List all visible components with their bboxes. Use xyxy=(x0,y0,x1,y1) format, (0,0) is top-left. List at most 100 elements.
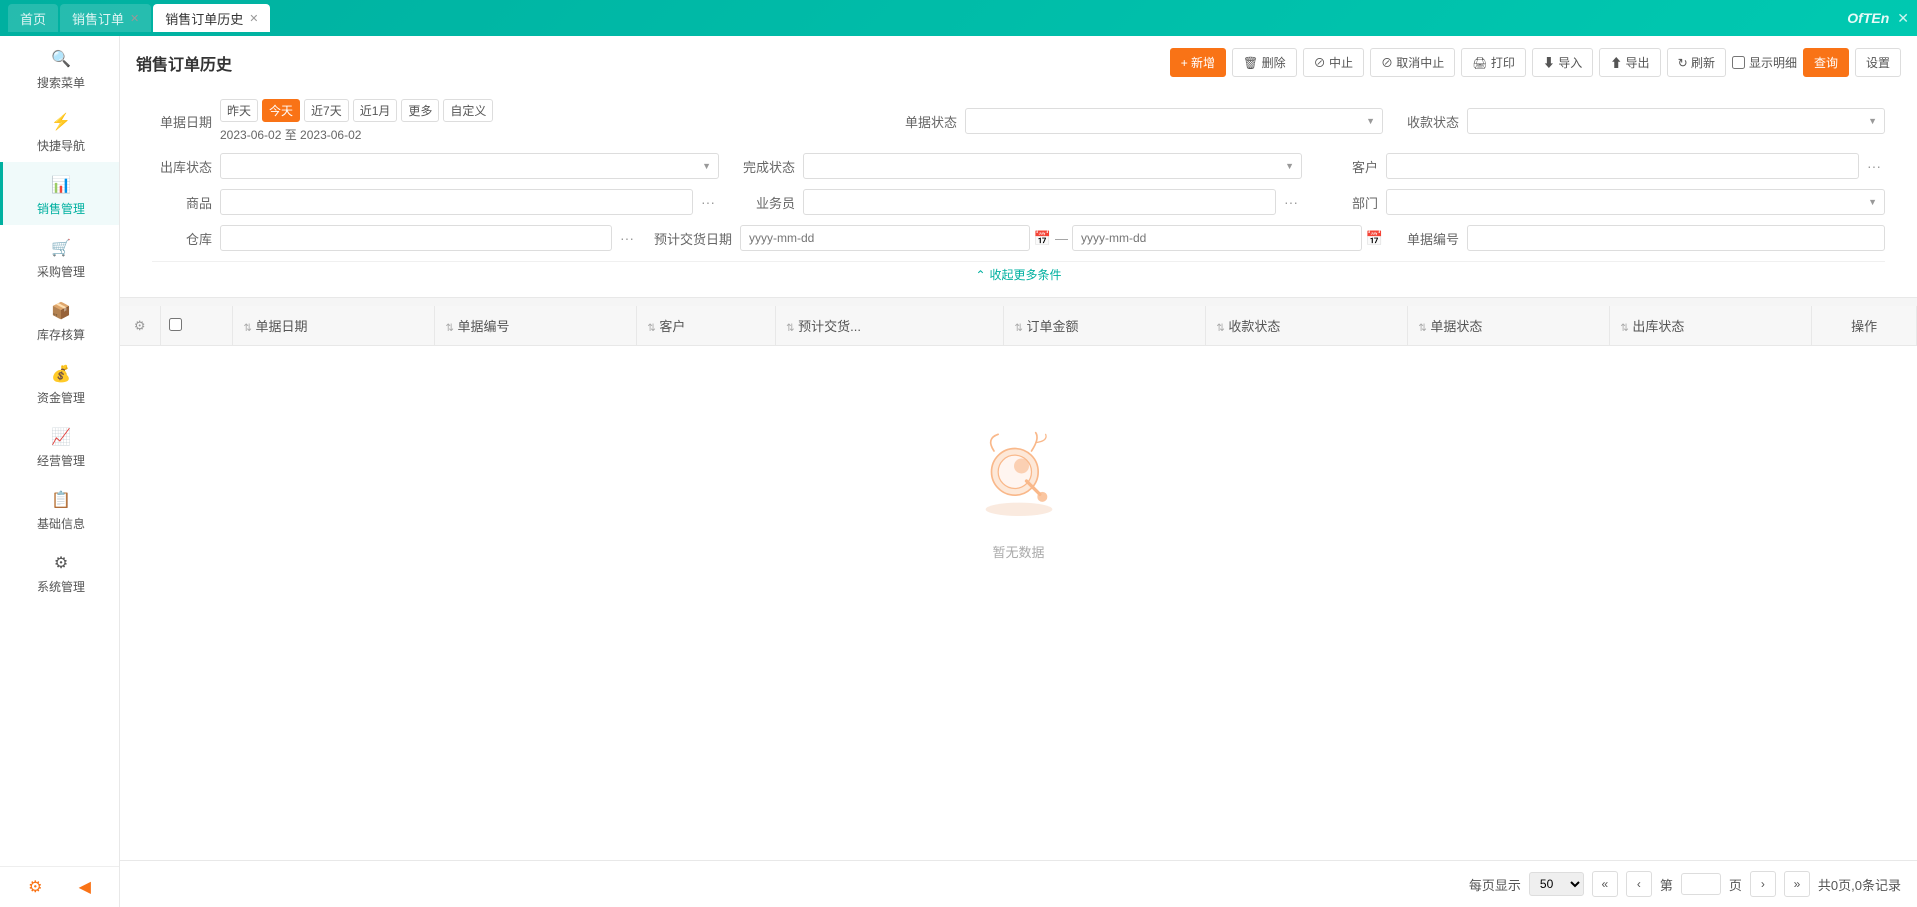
customer-control: ··· xyxy=(1386,153,1885,179)
import-button[interactable]: ⬇ 导入 xyxy=(1532,48,1593,77)
salesperson-picker-icon[interactable]: ··· xyxy=(1280,192,1302,212)
sidebar-icon-finance: 💰 xyxy=(50,363,72,385)
empty-text: 暂无数据 xyxy=(992,542,1044,561)
th-bill-status: ⇅ 单据状态 xyxy=(1408,306,1610,346)
outbound-status-select[interactable] xyxy=(220,153,719,179)
sidebar-label-search-menu: 搜索菜单 xyxy=(37,74,85,91)
warehouse-picker-icon[interactable]: ··· xyxy=(616,228,638,248)
complete-status-label: 完成状态 xyxy=(735,157,795,176)
sidebar-item-quick-nav[interactable]: ⚡ 快捷导航 xyxy=(0,99,119,162)
sort-icon-expected-date[interactable]: ⇅ xyxy=(786,323,794,334)
sidebar-label-sales-mgmt: 销售管理 xyxy=(37,200,85,217)
next-page-button[interactable]: › xyxy=(1750,871,1776,897)
customer-picker-icon[interactable]: ··· xyxy=(1863,156,1885,176)
date-btn-今天[interactable]: 今天 xyxy=(262,99,300,122)
receipt-status-wrapper[interactable] xyxy=(1467,108,1885,134)
sidebar-item-inventory[interactable]: 📦 库存核算 xyxy=(0,288,119,351)
salesperson-input[interactable] xyxy=(803,189,1276,215)
product-picker-icon[interactable]: ··· xyxy=(697,192,719,212)
expected-date-to[interactable] xyxy=(1072,225,1362,251)
sidebar-item-operations[interactable]: 📈 经营管理 xyxy=(0,414,119,477)
bill-status-wrapper[interactable] xyxy=(965,108,1383,134)
sidebar-icon-basic-info: 📋 xyxy=(50,489,72,511)
date-btn-更多[interactable]: 更多 xyxy=(401,99,439,122)
sidebar-item-sales-mgmt[interactable]: 📊 销售管理 xyxy=(0,162,119,225)
th-settings: ⚙ xyxy=(120,306,160,346)
date-btn-近7天[interactable]: 近7天 xyxy=(304,99,349,122)
stop-button[interactable]: ⊘ 中止 xyxy=(1303,48,1364,77)
sort-icon-bill-date[interactable]: ⇅ xyxy=(243,323,251,334)
print-button[interactable]: 🖨 打印 xyxy=(1461,48,1526,77)
collapse-button[interactable]: ⌃ 收起更多条件 xyxy=(152,261,1885,287)
display-detail-input[interactable] xyxy=(1732,56,1745,69)
receipt-status-select[interactable] xyxy=(1467,108,1885,134)
sort-icon-bill-no[interactable]: ⇅ xyxy=(445,323,453,334)
new-button[interactable]: + 新增 xyxy=(1170,48,1226,77)
sidebar-item-search-menu[interactable]: 🔍 搜索菜单 xyxy=(0,36,119,99)
outbound-status-wrapper[interactable] xyxy=(220,153,719,179)
dept-select[interactable] xyxy=(1386,189,1885,215)
sidebar-item-basic-info[interactable]: 📋 基础信息 xyxy=(0,477,119,540)
tab-sales-order[interactable]: 销售订单✕ xyxy=(60,4,151,32)
prev-page-button[interactable]: ‹ xyxy=(1626,871,1652,897)
settings-bottom-icon[interactable]: ⚙ xyxy=(28,877,42,897)
warehouse-input[interactable] xyxy=(220,225,612,251)
settings-button[interactable]: 设置 xyxy=(1855,48,1901,77)
select-all-checkbox[interactable] xyxy=(169,318,182,331)
last-page-button[interactable]: » xyxy=(1784,871,1810,897)
top-bar-close-icon[interactable]: ✕ xyxy=(1897,10,1909,27)
tab-close-sales-order-history[interactable]: ✕ xyxy=(249,12,258,25)
bill-no-filter: 单据编号 xyxy=(1399,225,1885,251)
sidebar-icon-sales-mgmt: 📊 xyxy=(50,174,72,196)
bill-status-select[interactable] xyxy=(965,108,1383,134)
cancel-stop-button[interactable]: ⊘ 取消中止 xyxy=(1370,48,1455,77)
receipt-status-label: 收款状态 xyxy=(1399,112,1459,131)
sidebar-item-sys-mgmt[interactable]: ⚙ 系统管理 xyxy=(0,540,119,603)
sort-icon-outbound-status[interactable]: ⇅ xyxy=(1620,323,1628,334)
bill-no-input[interactable] xyxy=(1467,225,1885,251)
collapse-sidebar-icon[interactable]: ◀ xyxy=(79,877,91,897)
sort-icon-customer[interactable]: ⇅ xyxy=(647,323,655,334)
filter-area: 单据日期 昨天今天近7天近1月更多自定义 2023-06-02 至 2023-0… xyxy=(136,89,1901,297)
settings-icon[interactable]: ⚙ xyxy=(134,318,146,333)
sidebar-icon-search-menu: 🔍 xyxy=(50,48,72,70)
sort-icon-bill-status[interactable]: ⇅ xyxy=(1418,323,1426,334)
refresh-button[interactable]: ↻ 刷新 xyxy=(1667,48,1726,77)
date-btn-昨天[interactable]: 昨天 xyxy=(220,99,258,122)
sort-icon-receipt-status[interactable]: ⇅ xyxy=(1216,323,1224,334)
dept-wrapper[interactable] xyxy=(1386,189,1885,215)
sidebar-label-sys-mgmt: 系统管理 xyxy=(37,578,85,595)
date-btn-近1月[interactable]: 近1月 xyxy=(353,99,398,122)
date-from-icon[interactable]: 📅 xyxy=(1034,230,1051,247)
display-detail-checkbox[interactable]: 显示明细 xyxy=(1732,54,1797,71)
sidebar-label-operations: 经营管理 xyxy=(37,452,85,469)
product-control: ··· xyxy=(220,189,719,215)
sidebar-items-container: 🔍 搜索菜单 ⚡ 快捷导航 📊 销售管理 🛒 采购管理 📦 库存核算 💰 资金管… xyxy=(0,36,119,603)
sidebar-item-finance[interactable]: 💰 资金管理 xyxy=(0,351,119,414)
customer-input[interactable] xyxy=(1386,153,1859,179)
product-input[interactable] xyxy=(220,189,693,215)
th-action: 操作 xyxy=(1812,306,1917,346)
delete-button[interactable]: 🗑 删除 xyxy=(1232,48,1297,77)
query-button[interactable]: 查询 xyxy=(1803,48,1849,77)
export-button[interactable]: ⬆ 导出 xyxy=(1599,48,1660,77)
filter-row-2: 出库状态 完成状态 xyxy=(152,153,1885,179)
date-btn-自定义[interactable]: 自定义 xyxy=(443,99,493,122)
sort-icon-order-amount[interactable]: ⇅ xyxy=(1014,323,1022,334)
tab-home[interactable]: 首页 xyxy=(8,4,58,32)
sidebar-item-purchase-mgmt[interactable]: 🛒 采购管理 xyxy=(0,225,119,288)
first-page-button[interactable]: « xyxy=(1592,871,1618,897)
tab-sales-order-history[interactable]: 销售订单历史 ✕ xyxy=(153,4,270,32)
tab-label-sales-order-history: 销售订单历史 xyxy=(165,9,243,28)
tab-close-sales-order[interactable]: ✕ xyxy=(130,12,139,25)
expected-date-from[interactable] xyxy=(740,225,1030,251)
complete-status-wrapper[interactable] xyxy=(803,153,1302,179)
complete-status-filter: 完成状态 xyxy=(735,153,1302,179)
current-page-input[interactable]: 1 xyxy=(1681,873,1721,895)
complete-status-select[interactable] xyxy=(803,153,1302,179)
sidebar-icon-inventory: 📦 xyxy=(50,300,72,322)
date-to-icon[interactable]: 📅 xyxy=(1366,230,1383,247)
salesperson-label: 业务员 xyxy=(735,193,795,212)
page-size-select[interactable]: 102050100 xyxy=(1529,872,1584,896)
warehouse-label: 仓库 xyxy=(152,229,212,248)
